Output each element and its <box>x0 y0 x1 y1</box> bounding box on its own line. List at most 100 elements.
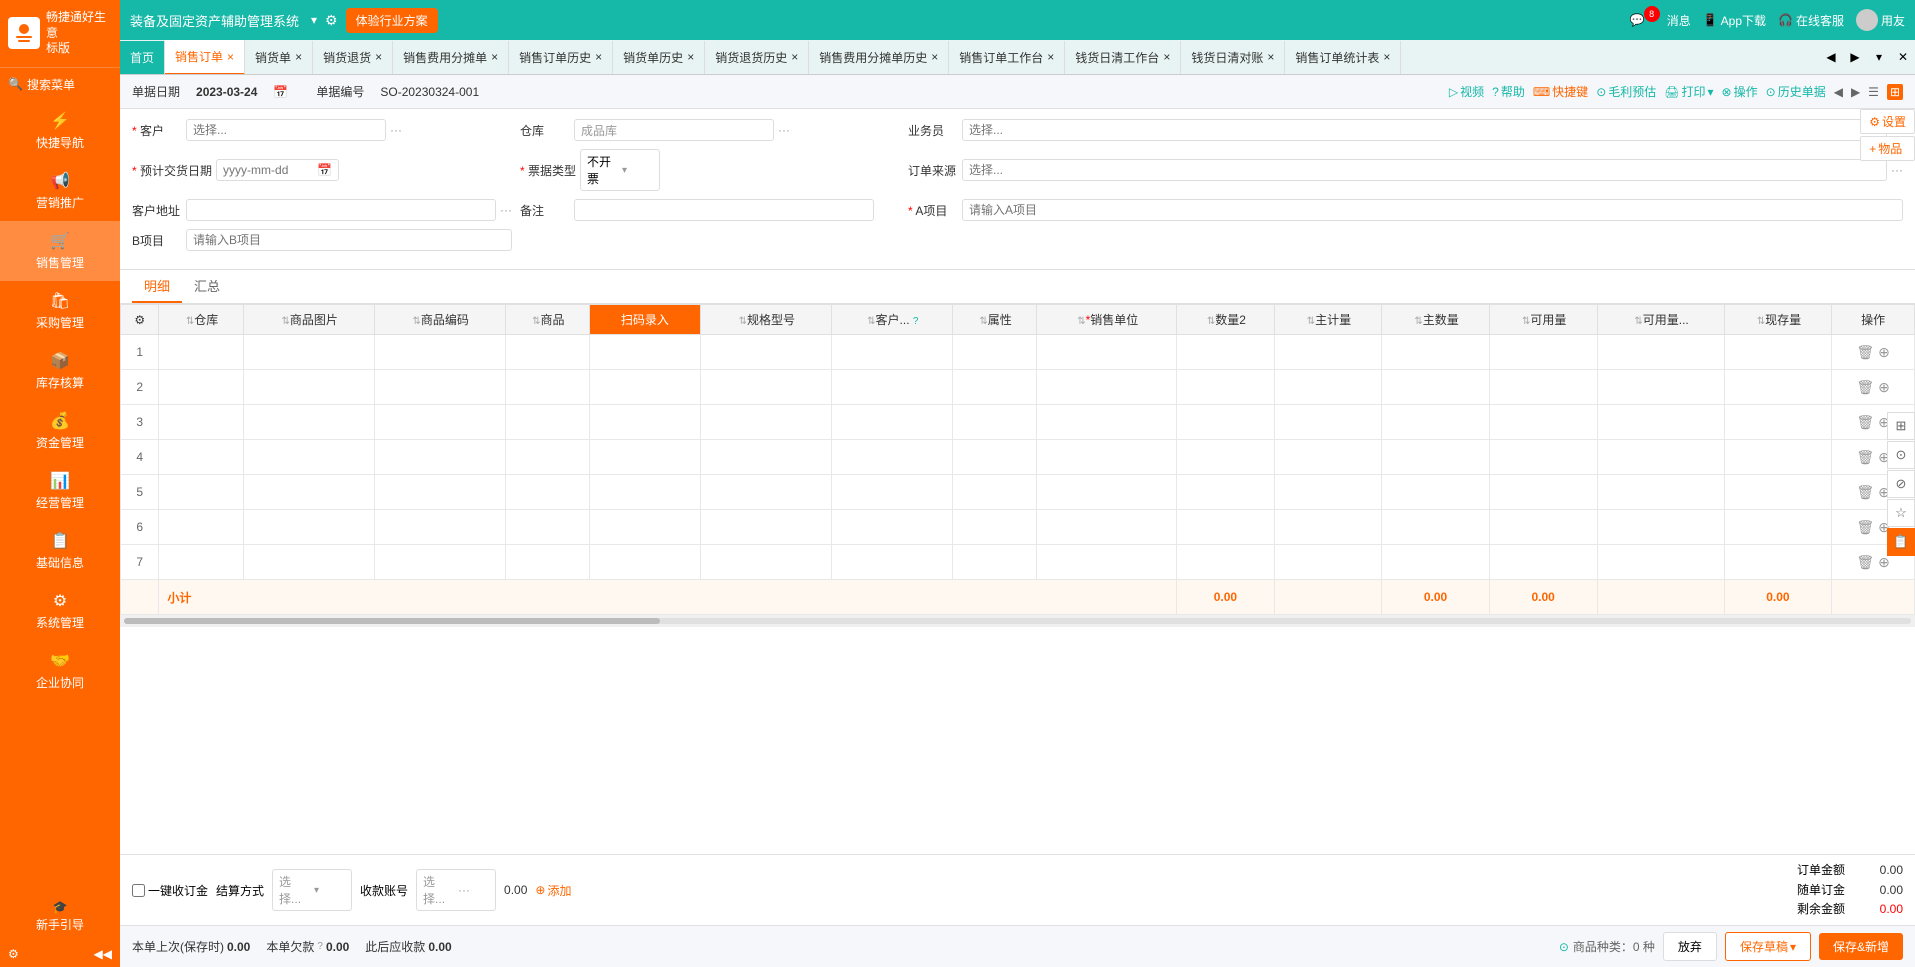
topbar-gear-icon[interactable]: ⚙ <box>325 12 338 29</box>
th-product[interactable]: ⇅商品 <box>505 305 589 335</box>
row-main-unit[interactable] <box>1274 545 1382 580</box>
customer-expand-icon[interactable]: ··· <box>390 123 402 137</box>
th-sales-unit[interactable]: ⇅*销售单位 <box>1037 305 1177 335</box>
row-available[interactable] <box>1489 545 1597 580</box>
add-btn[interactable]: ⊕ 添加 <box>535 882 571 899</box>
date-picker-icon[interactable]: 📅 <box>317 163 332 177</box>
row-product-code[interactable] <box>374 440 505 475</box>
row-delete-icon[interactable]: 🗑 <box>1856 414 1874 431</box>
row-attributes[interactable] <box>952 440 1036 475</box>
row-customer-code[interactable] <box>831 335 952 370</box>
row-product-code[interactable] <box>374 475 505 510</box>
row-customer-code[interactable] <box>831 440 952 475</box>
tab-sales-fee-history[interactable]: 销售费用分摊单历史 × <box>809 41 949 74</box>
row-product-code[interactable] <box>374 545 505 580</box>
tab-detail[interactable]: 明细 <box>132 270 182 303</box>
tab-close-icon[interactable]: × <box>295 50 302 64</box>
row-delete-icon[interactable]: 🗑 <box>1856 379 1874 396</box>
sidebar-item-sales[interactable]: 🛒 销售管理 <box>0 221 120 281</box>
sidebar-item-guide[interactable]: 🎓 新手引导 <box>0 892 120 941</box>
row-barcode[interactable] <box>590 335 701 370</box>
goods-btn[interactable]: + 物品 <box>1860 136 1915 161</box>
row-available2[interactable] <box>1597 440 1724 475</box>
trial-btn[interactable]: 体验行业方案 <box>346 8 438 33</box>
row-available2[interactable] <box>1597 370 1724 405</box>
row-product[interactable] <box>505 370 589 405</box>
tab-close-icon[interactable]: × <box>791 50 798 64</box>
row-main-unit[interactable] <box>1274 475 1382 510</box>
row-product[interactable] <box>505 510 589 545</box>
print-link[interactable]: 🖨 打印 ▾ <box>1664 83 1713 100</box>
sidebar-search[interactable]: 🔍 搜索菜单 <box>0 68 120 101</box>
system-title-arrow[interactable]: ▾ <box>311 13 317 27</box>
row-stock[interactable] <box>1724 335 1832 370</box>
row-warehouse[interactable] <box>159 440 243 475</box>
th-attributes[interactable]: ⇅属性 <box>952 305 1036 335</box>
sidebar-settings-btn[interactable]: ⚙ <box>8 947 19 961</box>
row-product-code[interactable] <box>374 405 505 440</box>
row-main-unit[interactable] <box>1274 405 1382 440</box>
nav-prev-icon[interactable]: ◀ <box>1834 85 1843 99</box>
row-spec[interactable] <box>700 510 831 545</box>
tabs-next-btn[interactable]: ▶ <box>1843 41 1867 73</box>
sidebar-item-quicknav[interactable]: ⚡ 快捷导航 <box>0 101 120 161</box>
row-customer-code[interactable] <box>831 510 952 545</box>
row-product[interactable] <box>505 475 589 510</box>
row-attributes[interactable] <box>952 370 1036 405</box>
list-view-icon[interactable]: ☰ <box>1868 85 1879 99</box>
warehouse-expand-icon[interactable]: ··· <box>778 123 790 137</box>
row-copy-icon[interactable]: ⊕ <box>1878 379 1890 396</box>
row-available[interactable] <box>1489 335 1597 370</box>
calendar-icon[interactable]: 📅 <box>273 85 288 99</box>
row-product-image[interactable] <box>243 370 374 405</box>
row-main-unit[interactable] <box>1274 510 1382 545</box>
invoice-type-select[interactable]: 不开票 ▾ <box>580 149 660 191</box>
row-qty2[interactable] <box>1177 545 1274 580</box>
row-stock[interactable] <box>1724 440 1832 475</box>
tab-home[interactable]: 首页 <box>120 41 165 74</box>
row-attributes[interactable] <box>952 335 1036 370</box>
tab-cash-daily-workbench[interactable]: 钱货日清工作台 × <box>1065 41 1181 74</box>
row-customer-code[interactable] <box>831 545 952 580</box>
row-delete-icon[interactable]: 🗑 <box>1856 519 1874 536</box>
row-product-image[interactable] <box>243 475 374 510</box>
th-qty2[interactable]: ⇅数量2 <box>1177 305 1274 335</box>
row-available[interactable] <box>1489 475 1597 510</box>
row-customer-code[interactable] <box>831 475 952 510</box>
row-barcode[interactable] <box>590 545 701 580</box>
row-available2[interactable] <box>1597 545 1724 580</box>
tab-close-icon[interactable]: × <box>491 50 498 64</box>
row-qty2[interactable] <box>1177 475 1274 510</box>
quick-pay-checkbox[interactable]: 一键收订金 <box>132 882 208 899</box>
horizontal-scrollbar[interactable] <box>120 615 1915 627</box>
row-sales-unit[interactable] <box>1037 545 1177 580</box>
row-main-qty[interactable] <box>1382 510 1490 545</box>
row-attributes[interactable] <box>952 475 1036 510</box>
view-link[interactable]: ▷ 视频 <box>1449 83 1484 100</box>
discard-btn[interactable]: 放弃 <box>1663 932 1717 961</box>
history-link[interactable]: ⊙ 历史单据 <box>1766 83 1826 100</box>
row-qty2[interactable] <box>1177 405 1274 440</box>
row-product-image[interactable] <box>243 405 374 440</box>
row-sales-unit[interactable] <box>1037 475 1177 510</box>
payment-method-select[interactable]: 选择... ▾ <box>272 869 352 911</box>
row-product-code[interactable] <box>374 370 505 405</box>
row-sales-unit[interactable] <box>1037 370 1177 405</box>
row-attributes[interactable] <box>952 545 1036 580</box>
row-warehouse[interactable] <box>159 370 243 405</box>
th-barcode[interactable]: 扫码录入 <box>590 305 701 335</box>
row-available[interactable] <box>1489 440 1597 475</box>
side-icon-3[interactable]: ⊘ <box>1887 470 1915 498</box>
row-barcode[interactable] <box>590 405 701 440</box>
th-spec[interactable]: ⇅规格型号 <box>700 305 831 335</box>
row-barcode[interactable] <box>590 510 701 545</box>
tab-close-icon[interactable]: × <box>931 50 938 64</box>
order-source-input[interactable] <box>962 159 1887 181</box>
row-stock[interactable] <box>1724 545 1832 580</box>
tab-sales-return-history[interactable]: 销货退货历史 × <box>705 41 809 74</box>
th-available[interactable]: ⇅可用量 <box>1489 305 1597 335</box>
tab-close-icon[interactable]: × <box>1047 50 1054 64</box>
row-qty2[interactable] <box>1177 335 1274 370</box>
row-available2[interactable] <box>1597 335 1724 370</box>
row-available[interactable] <box>1489 370 1597 405</box>
